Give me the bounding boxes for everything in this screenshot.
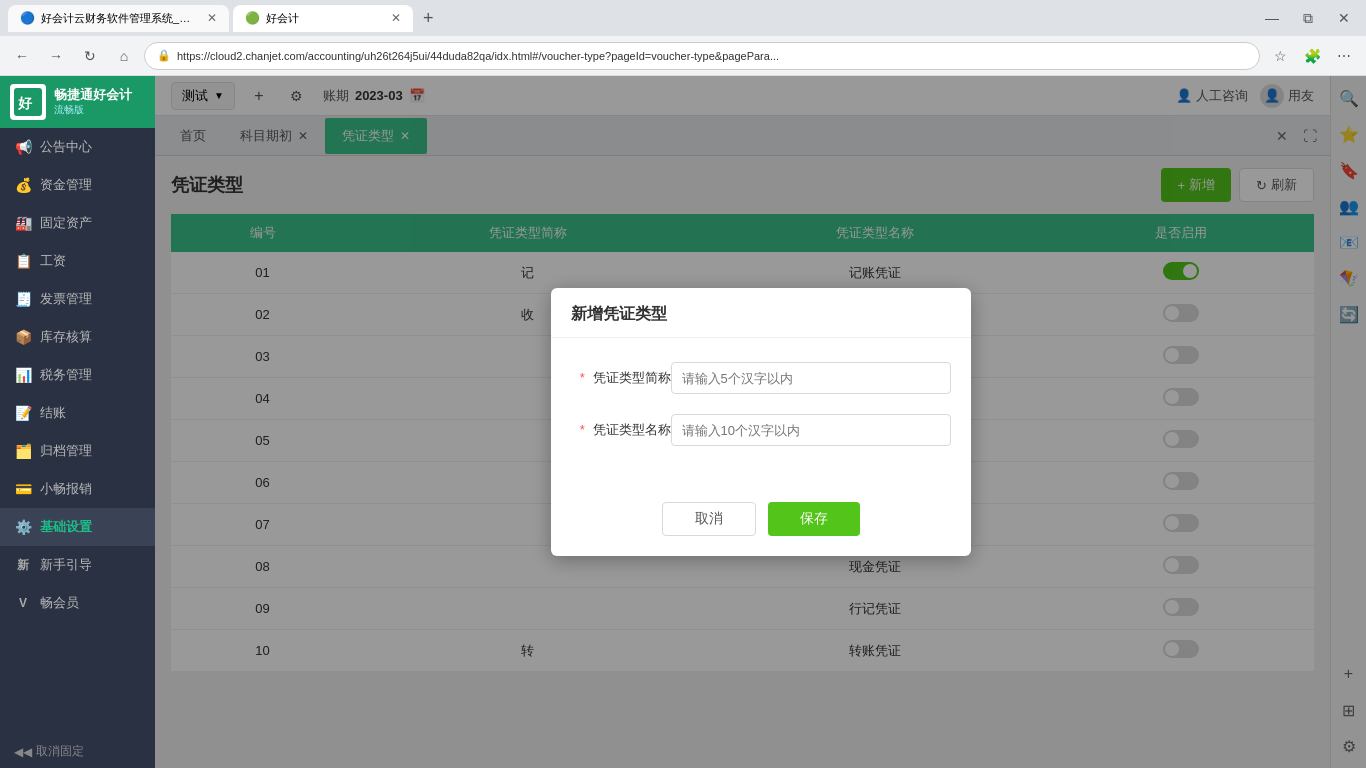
abbr-label: * 凭证类型简称 <box>571 369 671 387</box>
sidebar-item-fixed-assets[interactable]: 🏭 固定资产 <box>0 204 155 242</box>
tax-icon: 📊 <box>14 366 32 384</box>
browser-tab-2[interactable]: 🟢 好会计 ✕ <box>233 5 413 32</box>
modal-header: 新增凭证类型 <box>551 288 971 338</box>
sidebar-items-list: 📢 公告中心 💰 资金管理 🏭 固定资产 📋 工资 🧾 发票管理 <box>0 128 155 735</box>
sidebar-logo-text-group: 畅捷通好会计 流畅版 <box>54 87 132 117</box>
member-icon: V <box>14 594 32 612</box>
sidebar-logo-sub: 流畅版 <box>54 103 132 117</box>
sidebar-item-inventory[interactable]: 📦 库存核算 <box>0 318 155 356</box>
extensions-button[interactable]: 🧩 <box>1298 42 1326 70</box>
guide-icon: 新 <box>14 556 32 574</box>
form-row-abbr: * 凭证类型简称 <box>571 362 951 394</box>
home-button[interactable]: ⌂ <box>110 42 138 70</box>
nav-actions: ☆ 🧩 ⋯ <box>1266 42 1358 70</box>
name-input[interactable] <box>671 414 951 446</box>
add-voucher-modal: 新增凭证类型 * 凭证类型简称 * 凭证类型名称 取消 保存 <box>551 288 971 556</box>
sidebar-item-invoice-label: 发票管理 <box>40 290 92 308</box>
sidebar-item-salary[interactable]: 📋 工资 <box>0 242 155 280</box>
abbr-input[interactable] <box>671 362 951 394</box>
expense-icon: 💳 <box>14 480 32 498</box>
more-button[interactable]: ⋯ <box>1330 42 1358 70</box>
invoice-icon: 🧾 <box>14 290 32 308</box>
sidebar: 好 畅捷通好会计 流畅版 📢 公告中心 💰 资金管理 🏭 固定资产 <box>0 76 155 768</box>
sidebar-item-closing[interactable]: 📝 结账 <box>0 394 155 432</box>
settings-icon: ⚙️ <box>14 518 32 536</box>
sidebar-item-expense-label: 小畅报销 <box>40 480 92 498</box>
fixed-assets-icon: 🏭 <box>14 214 32 232</box>
sidebar-logo-name: 畅捷通好会计 <box>54 87 132 103</box>
sidebar-item-invoice[interactable]: 🧾 发票管理 <box>0 280 155 318</box>
salary-icon: 📋 <box>14 252 32 270</box>
browser-nav: ← → ↻ ⌂ 🔒 https://cloud2.chanjet.com/acc… <box>0 36 1366 76</box>
browser-tab-1-label: 好会计云财务软件管理系统_会计 <box>41 11 201 26</box>
svg-text:好: 好 <box>17 95 33 111</box>
archive-icon: 🗂️ <box>14 442 32 460</box>
forward-button[interactable]: → <box>42 42 70 70</box>
sidebar-item-guide[interactable]: 新 新手引导 <box>0 546 155 584</box>
sidebar-item-member-label: 畅会员 <box>40 594 79 612</box>
sidebar-item-inventory-label: 库存核算 <box>40 328 92 346</box>
name-label: * 凭证类型名称 <box>571 421 671 439</box>
sidebar-item-salary-label: 工资 <box>40 252 66 270</box>
abbr-label-text: 凭证类型简称 <box>593 370 671 385</box>
sidebar-logo-icon: 好 <box>10 84 46 120</box>
abbr-required-star: * <box>580 370 585 385</box>
sidebar-item-tax[interactable]: 📊 税务管理 <box>0 356 155 394</box>
address-bar[interactable]: 🔒 https://cloud2.chanjet.com/accounting/… <box>144 42 1260 70</box>
sidebar-item-archive[interactable]: 🗂️ 归档管理 <box>0 432 155 470</box>
browser-tab-2-close[interactable]: ✕ <box>391 11 401 25</box>
sidebar-item-capital[interactable]: 💰 资金管理 <box>0 166 155 204</box>
modal-title: 新增凭证类型 <box>571 305 667 322</box>
sidebar-item-expense[interactable]: 💳 小畅报销 <box>0 470 155 508</box>
form-row-name: * 凭证类型名称 <box>571 414 951 446</box>
sidebar-item-tax-label: 税务管理 <box>40 366 92 384</box>
minimize-button[interactable]: — <box>1258 4 1286 32</box>
announcements-icon: 📢 <box>14 138 32 156</box>
name-label-text: 凭证类型名称 <box>593 422 671 437</box>
browser-tab-1-close[interactable]: ✕ <box>207 11 217 25</box>
restore-button[interactable]: ⧉ <box>1294 4 1322 32</box>
sidebar-item-fixed-assets-label: 固定资产 <box>40 214 92 232</box>
back-button[interactable]: ← <box>8 42 36 70</box>
star-button[interactable]: ☆ <box>1266 42 1294 70</box>
browser-tab-2-label: 好会计 <box>266 11 299 26</box>
sidebar-logo: 好 畅捷通好会计 流畅版 <box>0 76 155 128</box>
sidebar-item-announcements-label: 公告中心 <box>40 138 92 156</box>
sidebar-item-announcements[interactable]: 📢 公告中心 <box>0 128 155 166</box>
inventory-icon: 📦 <box>14 328 32 346</box>
capital-icon: 💰 <box>14 176 32 194</box>
save-button[interactable]: 保存 <box>768 502 860 536</box>
address-text: https://cloud2.chanjet.com/accounting/uh… <box>177 50 779 62</box>
cancel-button[interactable]: 取消 <box>662 502 756 536</box>
sidebar-item-member[interactable]: V 畅会员 <box>0 584 155 622</box>
sidebar-item-capital-label: 资金管理 <box>40 176 92 194</box>
name-required-star: * <box>580 422 585 437</box>
closing-icon: 📝 <box>14 404 32 422</box>
sidebar-item-settings-label: 基础设置 <box>40 518 92 536</box>
modal-overlay: 新增凭证类型 * 凭证类型简称 * 凭证类型名称 取消 保存 <box>155 76 1366 768</box>
modal-footer: 取消 保存 <box>551 490 971 556</box>
close-button[interactable]: ✕ <box>1330 4 1358 32</box>
browser-chrome: 🔵 好会计云财务软件管理系统_会计 ✕ 🟢 好会计 ✕ + — ⧉ ✕ <box>0 0 1366 36</box>
sidebar-item-settings[interactable]: ⚙️ 基础设置 <box>0 508 155 546</box>
refresh-nav-button[interactable]: ↻ <box>76 42 104 70</box>
sidebar-item-archive-label: 归档管理 <box>40 442 92 460</box>
modal-body: * 凭证类型简称 * 凭证类型名称 <box>551 338 971 490</box>
sidebar-item-guide-label: 新手引导 <box>40 556 92 574</box>
browser-tab-1[interactable]: 🔵 好会计云财务软件管理系统_会计 ✕ <box>8 5 229 32</box>
new-tab-button[interactable]: + <box>417 8 440 29</box>
sidebar-item-closing-label: 结账 <box>40 404 66 422</box>
sidebar-footer[interactable]: ◀◀ 取消固定 <box>0 735 155 768</box>
sidebar-footer-label: 取消固定 <box>36 743 84 760</box>
sidebar-footer-icon: ◀◀ <box>14 745 32 759</box>
